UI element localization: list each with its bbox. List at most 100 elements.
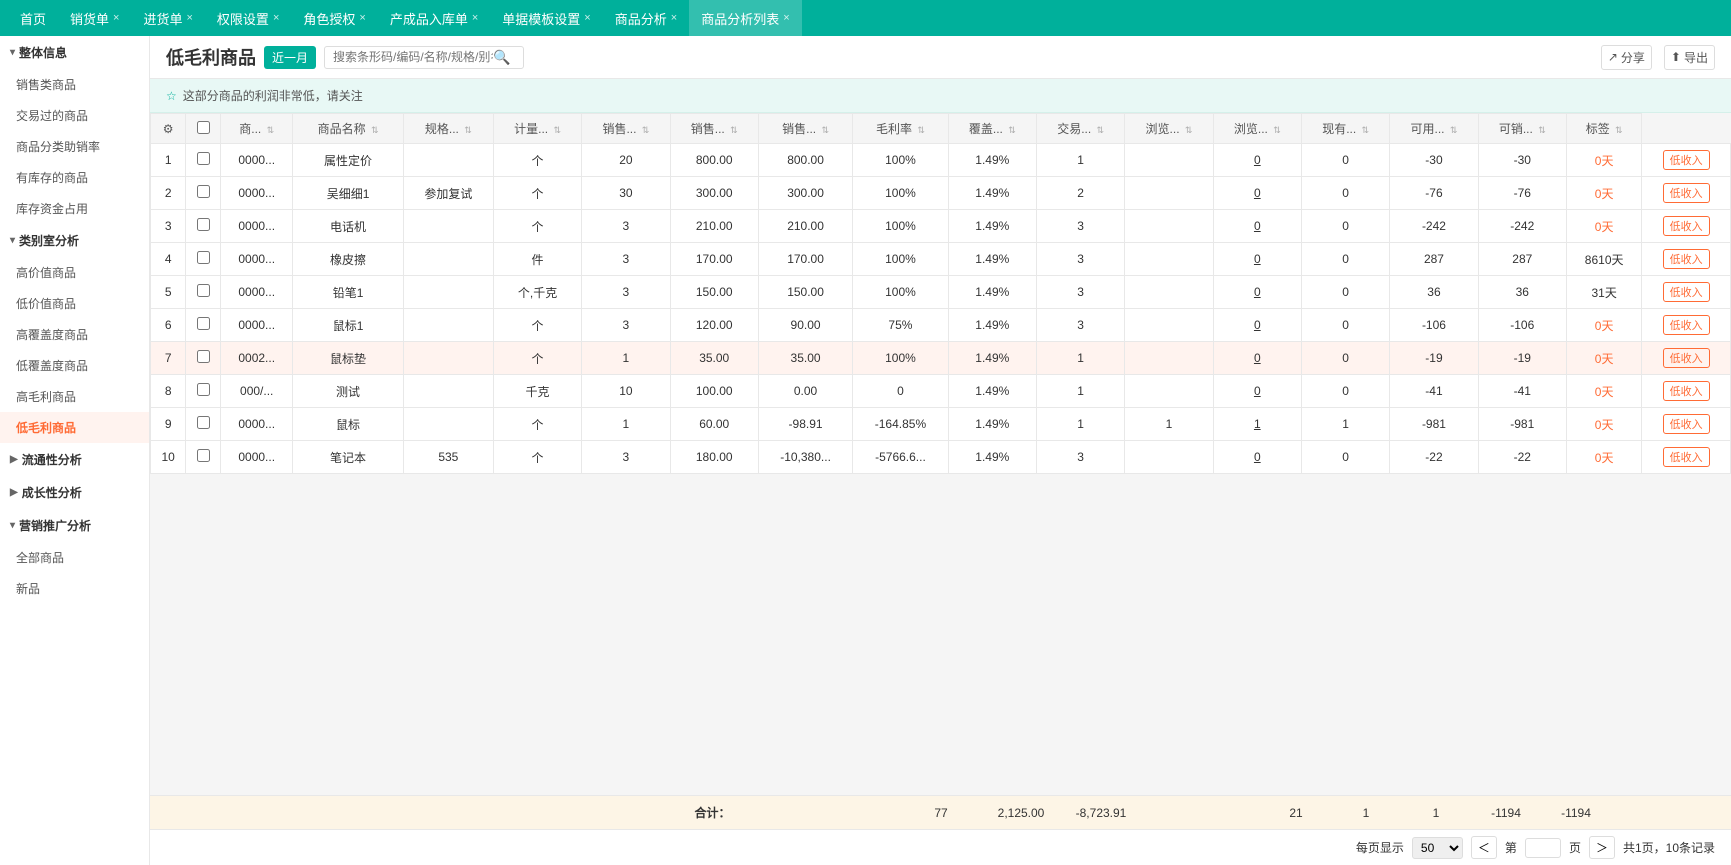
nav-product-entry[interactable]: 产成品入库单 × <box>378 0 490 36</box>
sidebar-group-category[interactable]: ▾ 类别室分析 <box>0 224 149 257</box>
col-sales[interactable]: 销售... ⇅ <box>758 114 852 144</box>
col-checkbox-all[interactable] <box>186 114 221 144</box>
sidebar-item-category-sales[interactable]: 商品分类助销率 <box>0 131 149 162</box>
total-avail: -1194 <box>1541 806 1611 820</box>
col-trade[interactable]: 交易... ⇅ <box>1036 114 1124 144</box>
row-checkbox[interactable] <box>186 408 221 441</box>
row-browse1[interactable]: 0 <box>1213 210 1301 243</box>
row-browse1[interactable]: 0 <box>1213 243 1301 276</box>
col-gross-rate[interactable]: 毛利率 ⇅ <box>853 114 948 144</box>
nav-role-auth[interactable]: 角色授权 × <box>291 0 377 36</box>
notice-text: 这部分商品的利润非常低，请关注 <box>183 87 363 104</box>
row-browse1[interactable]: 1 <box>1213 408 1301 441</box>
row-checkbox[interactable] <box>186 276 221 309</box>
nav-product-analysis[interactable]: 商品分析 × <box>603 0 689 36</box>
sidebar-group-growth[interactable]: ▶ 成长性分析 <box>0 476 149 509</box>
col-qty[interactable]: 销售... ⇅ <box>582 114 670 144</box>
row-browse1[interactable]: 0 <box>1213 177 1301 210</box>
close-icon[interactable]: × <box>671 12 677 24</box>
row-checkbox[interactable] <box>186 441 221 474</box>
row-checkbox[interactable] <box>186 210 221 243</box>
nav-home[interactable]: 首页 <box>8 0 58 36</box>
col-name[interactable]: 商品名称 ⇅ <box>293 114 403 144</box>
select-all-checkbox[interactable] <box>197 121 210 134</box>
row-price: 180.00 <box>670 441 758 474</box>
page-input[interactable]: 1 <box>1525 838 1561 858</box>
col-settings[interactable]: ⚙ <box>151 114 186 144</box>
row-checkbox[interactable] <box>186 177 221 210</box>
row-browse1[interactable]: 0 <box>1213 342 1301 375</box>
sidebar-item-stocked-products[interactable]: 有库存的商品 <box>0 162 149 193</box>
sidebar-item-low-coverage[interactable]: 低覆盖度商品 <box>0 350 149 381</box>
row-cover: 1 <box>1036 144 1124 177</box>
col-sellable[interactable]: 可销... ⇅ <box>1478 114 1566 144</box>
col-stock[interactable]: 现有... ⇅ <box>1301 114 1389 144</box>
sidebar-item-capital-use[interactable]: 库存资金占用 <box>0 193 149 224</box>
row-browse1[interactable]: 0 <box>1213 375 1301 408</box>
row-browse1[interactable]: 0 <box>1213 144 1301 177</box>
col-code[interactable]: 商... ⇅ <box>221 114 293 144</box>
nav-sales-order[interactable]: 销货单 × <box>58 0 131 36</box>
prev-page-btn[interactable]: ＜ <box>1471 836 1497 859</box>
nav-purchase-order[interactable]: 进货单 × <box>131 0 204 36</box>
row-checkbox[interactable] <box>186 243 221 276</box>
row-browse1[interactable]: 0 <box>1213 309 1301 342</box>
close-icon[interactable]: × <box>584 12 590 24</box>
sidebar-item-sales-products[interactable]: 销售类商品 <box>0 69 149 100</box>
sidebar-group-marketing[interactable]: ▾ 营销推广分析 <box>0 509 149 542</box>
row-index: 8 <box>151 375 186 408</box>
row-checkbox[interactable] <box>186 309 221 342</box>
next-page-btn[interactable]: ＞ <box>1589 836 1615 859</box>
sidebar-item-all-products[interactable]: 全部商品 <box>0 542 149 573</box>
search-icon[interactable]: 🔍 <box>493 49 510 66</box>
close-icon[interactable]: × <box>783 12 789 24</box>
row-checkbox[interactable] <box>186 342 221 375</box>
row-tag: 低收入 <box>1642 144 1731 177</box>
row-index: 10 <box>151 441 186 474</box>
nav-product-analysis-list[interactable]: 商品分析列表 × <box>689 0 801 36</box>
per-page-select[interactable]: 50 100 200 <box>1412 837 1463 859</box>
close-icon[interactable]: × <box>359 12 365 24</box>
col-browse1[interactable]: 浏览... ⇅ <box>1125 114 1213 144</box>
col-unit[interactable]: 计量... ⇅ <box>493 114 581 144</box>
row-browse1[interactable]: 0 <box>1213 276 1301 309</box>
col-tag[interactable]: 标签 ⇅ <box>1566 114 1641 144</box>
search-input[interactable] <box>333 50 493 64</box>
col-spec[interactable]: 规格... ⇅ <box>403 114 493 144</box>
sidebar-item-high-value[interactable]: 高价值商品 <box>0 257 149 288</box>
col-browse2[interactable]: 浏览... ⇅ <box>1213 114 1301 144</box>
table-row: 4 0000... 橡皮擦 件 3 170.00 170.00 100% 1.4… <box>151 243 1731 276</box>
col-avail[interactable]: 可用... ⇅ <box>1390 114 1478 144</box>
row-cover: 3 <box>1036 441 1124 474</box>
close-icon[interactable]: × <box>472 12 478 24</box>
sidebar-item-new-products[interactable]: 新品 <box>0 573 149 604</box>
row-browse1[interactable]: 0 <box>1213 441 1301 474</box>
col-coverage[interactable]: 覆盖... ⇅ <box>948 114 1036 144</box>
table-container[interactable]: ⚙ 商... ⇅ 商品名称 ⇅ 规格... ⇅ 计量... ⇅ 销售... ⇅ … <box>150 113 1731 795</box>
nav-permission[interactable]: 权限设置 × <box>205 0 291 36</box>
row-index: 7 <box>151 342 186 375</box>
nav-template-setting[interactable]: 单据模板设置 × <box>490 0 602 36</box>
sidebar-group-overall[interactable]: ▾ 整体信息 <box>0 36 149 69</box>
close-icon[interactable]: × <box>273 12 279 24</box>
sidebar-item-high-coverage[interactable]: 高覆盖度商品 <box>0 319 149 350</box>
col-price[interactable]: 销售... ⇅ <box>670 114 758 144</box>
sidebar-item-low-value[interactable]: 低价值商品 <box>0 288 149 319</box>
sidebar-group-flow[interactable]: ▶ 流通性分析 <box>0 443 149 476</box>
row-unit: 个 <box>493 144 581 177</box>
row-checkbox[interactable] <box>186 375 221 408</box>
row-rate: 100% <box>853 144 948 177</box>
row-checkbox[interactable] <box>186 144 221 177</box>
sidebar-item-traded-products[interactable]: 交易过的商品 <box>0 100 149 131</box>
close-icon[interactable]: × <box>113 12 119 24</box>
row-index: 9 <box>151 408 186 441</box>
chevron-down-icon: ▾ <box>10 520 15 531</box>
sidebar-item-low-margin[interactable]: 低毛利商品 <box>0 412 149 443</box>
total-stock: -1194 <box>1471 806 1541 820</box>
sidebar-item-high-margin[interactable]: 高毛利商品 <box>0 381 149 412</box>
export-button[interactable]: ⬆ 导出 <box>1664 45 1715 70</box>
filter-recent-btn[interactable]: 近一月 <box>264 46 316 69</box>
row-unit: 个 <box>493 441 581 474</box>
share-button[interactable]: ↗ 分享 <box>1601 45 1652 70</box>
close-icon[interactable]: × <box>186 12 192 24</box>
